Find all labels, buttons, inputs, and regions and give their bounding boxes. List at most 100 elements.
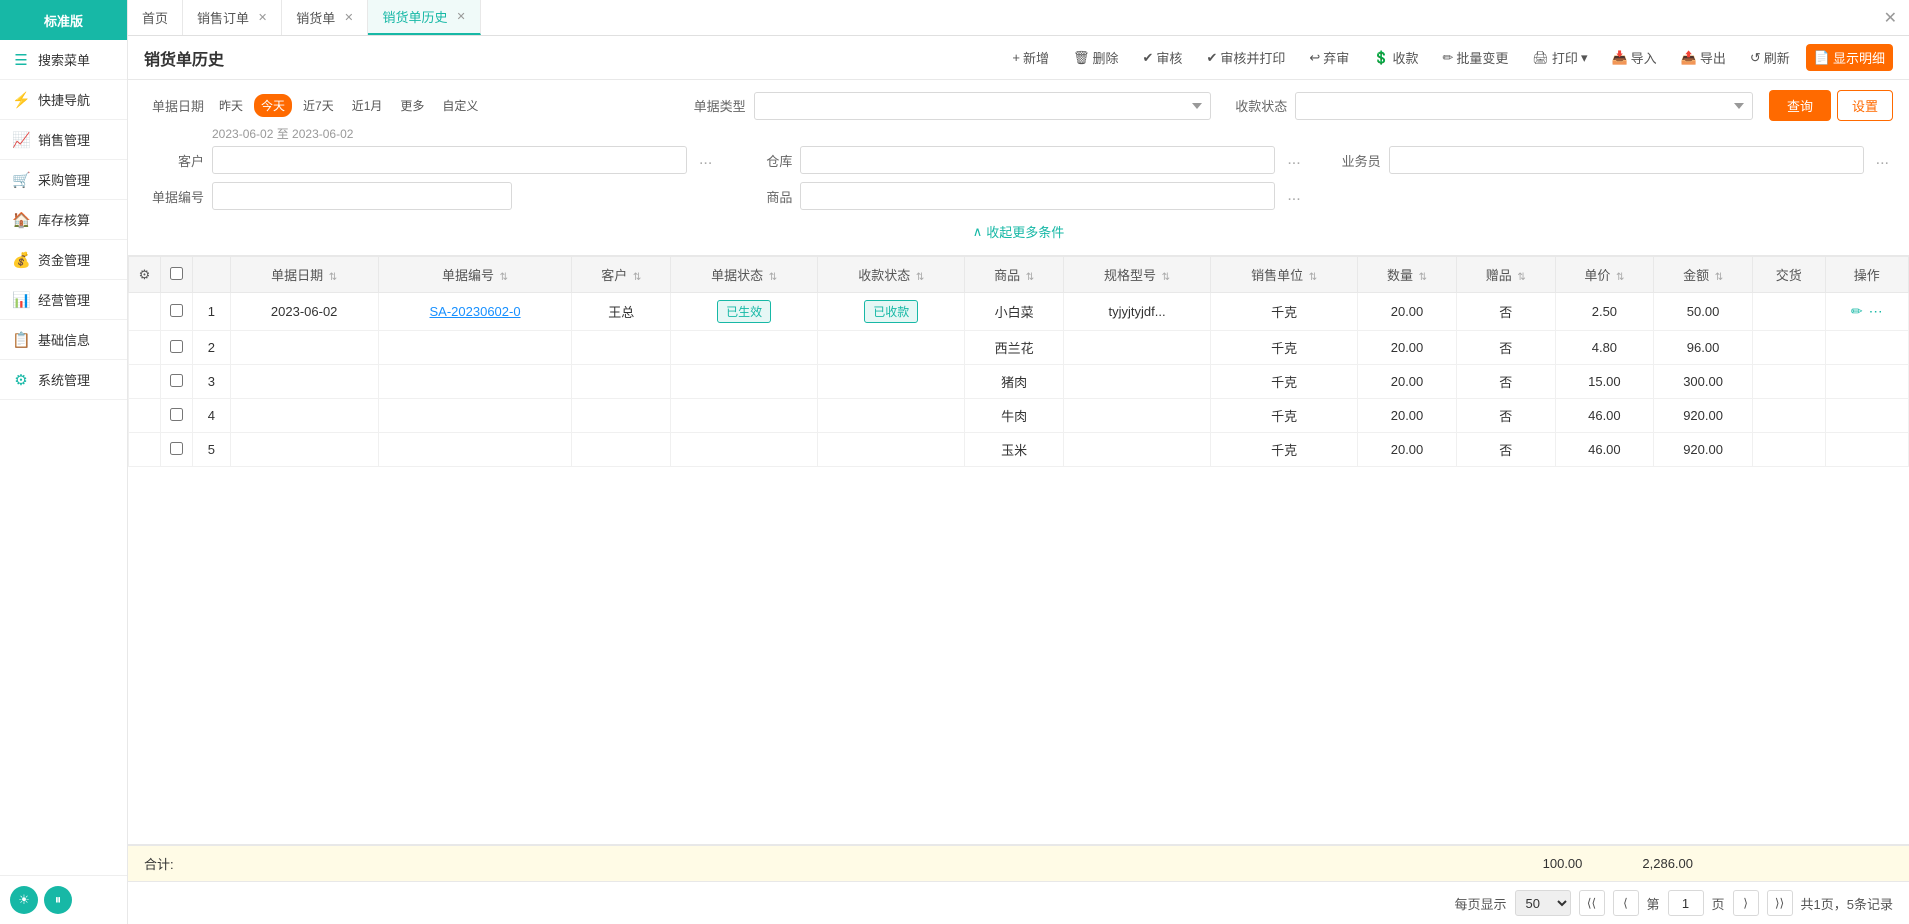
row-select-checkbox[interactable] xyxy=(170,374,183,387)
row-actions xyxy=(1825,365,1908,399)
delete-button[interactable]: 🗑 删除 xyxy=(1065,44,1127,71)
table-header-row: ⚙ 单据日期 ⇅ 单据编号 ⇅ 客户 ⇅ 单据状态 ⇅ 收款状态 ⇅ 商品 ⇅ … xyxy=(129,257,1909,293)
row-checkbox[interactable] xyxy=(161,293,193,331)
shortcut-yesterday[interactable]: 昨天 xyxy=(212,94,250,117)
col-unit-price[interactable]: 单价 ⇅ xyxy=(1555,257,1654,293)
tab-sales-history[interactable]: 销货单历史 ✕ xyxy=(368,0,480,35)
collect-button[interactable]: 💲 收款 xyxy=(1365,44,1426,71)
next-page-btn[interactable]: ⟩ xyxy=(1733,890,1759,916)
sidebar-item-sales-mgmt[interactable]: 📈 销售管理 xyxy=(0,120,127,160)
refresh-button[interactable]: ↺ 刷新 xyxy=(1742,44,1798,71)
tab-sales-history-close[interactable]: ✕ xyxy=(457,10,466,23)
shortcut-today[interactable]: 今天 xyxy=(254,94,292,117)
row-checkbox[interactable] xyxy=(161,399,193,433)
col-doc-number[interactable]: 单据编号 ⇅ xyxy=(378,257,572,293)
shortcut-custom[interactable]: 自定义 xyxy=(435,94,485,117)
col-doc-date[interactable]: 单据日期 ⇅ xyxy=(230,257,378,293)
tab-sales-goods[interactable]: 销货单 ✕ xyxy=(282,0,368,35)
new-button[interactable]: + 新增 xyxy=(1004,44,1057,71)
col-spec-type[interactable]: 规格型号 ⇅ xyxy=(1063,257,1210,293)
customer-dots[interactable]: ... xyxy=(695,151,716,169)
doc-number-input[interactable] xyxy=(212,182,512,210)
select-all-checkbox[interactable] xyxy=(170,267,183,280)
col-customer[interactable]: 客户 ⇅ xyxy=(572,257,671,293)
shortcut-1month[interactable]: 近1月 xyxy=(345,94,390,117)
delete-label: 删除 xyxy=(1093,48,1119,67)
tab-sales-goods-close[interactable]: ✕ xyxy=(344,11,353,24)
shortcut-more[interactable]: 更多 xyxy=(393,94,431,117)
shortcut-7days[interactable]: 近7天 xyxy=(296,94,341,117)
row-checkbox[interactable] xyxy=(161,433,193,467)
audit-print-button[interactable]: ✔ 审核并打印 xyxy=(1198,44,1293,71)
collapse-label: 收起更多条件 xyxy=(986,222,1064,241)
audit-button[interactable]: ✔ 审核 xyxy=(1135,44,1191,71)
goods-input[interactable] xyxy=(800,182,1275,210)
row-unit-price: 2.50 xyxy=(1555,293,1654,331)
abandon-button[interactable]: ↩ 弃审 xyxy=(1301,44,1357,71)
collection-status-select[interactable] xyxy=(1295,92,1753,120)
tab-sales-order-close[interactable]: ✕ xyxy=(258,11,267,24)
sidebar-item-finance-mgmt[interactable]: 💰 资金管理 xyxy=(0,240,127,280)
import-button[interactable]: 📥 导入 xyxy=(1603,44,1664,71)
col-checkbox[interactable] xyxy=(161,257,193,293)
summary-total-quantity: 100.00 xyxy=(1543,856,1583,871)
col-amount[interactable]: 金额 ⇅ xyxy=(1654,257,1753,293)
tab-bar-close-btn[interactable]: ✕ xyxy=(1872,8,1909,28)
last-page-btn[interactable]: ⟩⟩ xyxy=(1767,890,1793,916)
sidebar-item-system-mgmt[interactable]: ⚙ 系统管理 xyxy=(0,360,127,400)
page-input[interactable] xyxy=(1668,890,1704,916)
row-sales-unit: 千克 xyxy=(1211,365,1358,399)
show-details-button[interactable]: 📄 显示明细 xyxy=(1806,44,1893,71)
row-checkbox[interactable] xyxy=(161,331,193,365)
warehouse-input[interactable] xyxy=(800,146,1275,174)
col-gift[interactable]: 赠品 ⇅ xyxy=(1456,257,1555,293)
sidebar-item-basic-info[interactable]: 📋 基础信息 xyxy=(0,320,127,360)
row-trade xyxy=(1752,293,1825,331)
sidebar-item-quick-nav[interactable]: ⚡ 快捷导航 xyxy=(0,80,127,120)
tab-sales-order[interactable]: 销售订单 ✕ xyxy=(183,0,282,35)
sidebar-item-purchase-mgmt[interactable]: 🛒 采购管理 xyxy=(0,160,127,200)
row-doc-status xyxy=(671,365,818,399)
sidebar-item-search-menu[interactable]: ☰ 搜索菜单 xyxy=(0,40,127,80)
edit-icon[interactable]: ✏ xyxy=(1851,303,1863,320)
table-body: 12023-06-02SA-20230602-0王总已生效已收款小白菜tyjyj… xyxy=(129,293,1909,467)
setup-button[interactable]: 设置 xyxy=(1837,90,1893,121)
col-settings[interactable]: ⚙ xyxy=(129,257,161,293)
doc-type-select[interactable] xyxy=(754,92,1212,120)
sidebar-footer-btn-2[interactable]: ⏸ xyxy=(44,886,72,914)
query-button[interactable]: 查询 xyxy=(1769,90,1831,121)
batch-change-label: 批量变更 xyxy=(1456,48,1508,67)
customer-input[interactable] xyxy=(212,146,687,174)
collapse-button[interactable]: ∧ 收起更多条件 xyxy=(144,218,1893,245)
first-page-btn[interactable]: ⟨⟨ xyxy=(1579,890,1605,916)
export-label: 导出 xyxy=(1700,48,1726,67)
salesperson-input[interactable] xyxy=(1389,146,1864,174)
print-button[interactable]: 🖨 打印 ▾ xyxy=(1524,44,1595,71)
sales-mgmt-icon: 📈 xyxy=(12,131,30,149)
warehouse-dots[interactable]: ... xyxy=(1283,151,1304,169)
more-icon[interactable]: ⋯ xyxy=(1869,303,1883,320)
col-goods[interactable]: 商品 ⇅ xyxy=(965,257,1064,293)
tab-home[interactable]: 首页 xyxy=(128,0,183,35)
row-customer xyxy=(572,365,671,399)
prev-page-btn[interactable]: ⟨ xyxy=(1613,890,1639,916)
salesperson-dots[interactable]: ... xyxy=(1872,151,1893,169)
sidebar-item-operations-mgmt[interactable]: 📊 经营管理 xyxy=(0,280,127,320)
col-doc-status[interactable]: 单据状态 ⇅ xyxy=(671,257,818,293)
row-doc-number[interactable]: SA-20230602-0 xyxy=(378,293,572,331)
batch-change-button[interactable]: ✏ 批量变更 xyxy=(1434,44,1516,71)
row-select-checkbox[interactable] xyxy=(170,442,183,455)
row-sales-unit: 千克 xyxy=(1211,331,1358,365)
col-quantity[interactable]: 数量 ⇅ xyxy=(1358,257,1457,293)
col-sales-unit[interactable]: 销售单位 ⇅ xyxy=(1211,257,1358,293)
col-collection-status[interactable]: 收款状态 ⇅ xyxy=(818,257,965,293)
row-checkbox[interactable] xyxy=(161,365,193,399)
goods-dots[interactable]: ... xyxy=(1283,187,1304,205)
per-page-select[interactable]: 50 100 200 xyxy=(1515,890,1571,916)
row-select-checkbox[interactable] xyxy=(170,340,183,353)
export-button[interactable]: 📤 导出 xyxy=(1673,44,1734,71)
row-select-checkbox[interactable] xyxy=(170,304,183,317)
sidebar-item-inventory-calc[interactable]: 🏠 库存核算 xyxy=(0,200,127,240)
sidebar-footer-btn-1[interactable]: ☀ xyxy=(10,886,38,914)
row-select-checkbox[interactable] xyxy=(170,408,183,421)
